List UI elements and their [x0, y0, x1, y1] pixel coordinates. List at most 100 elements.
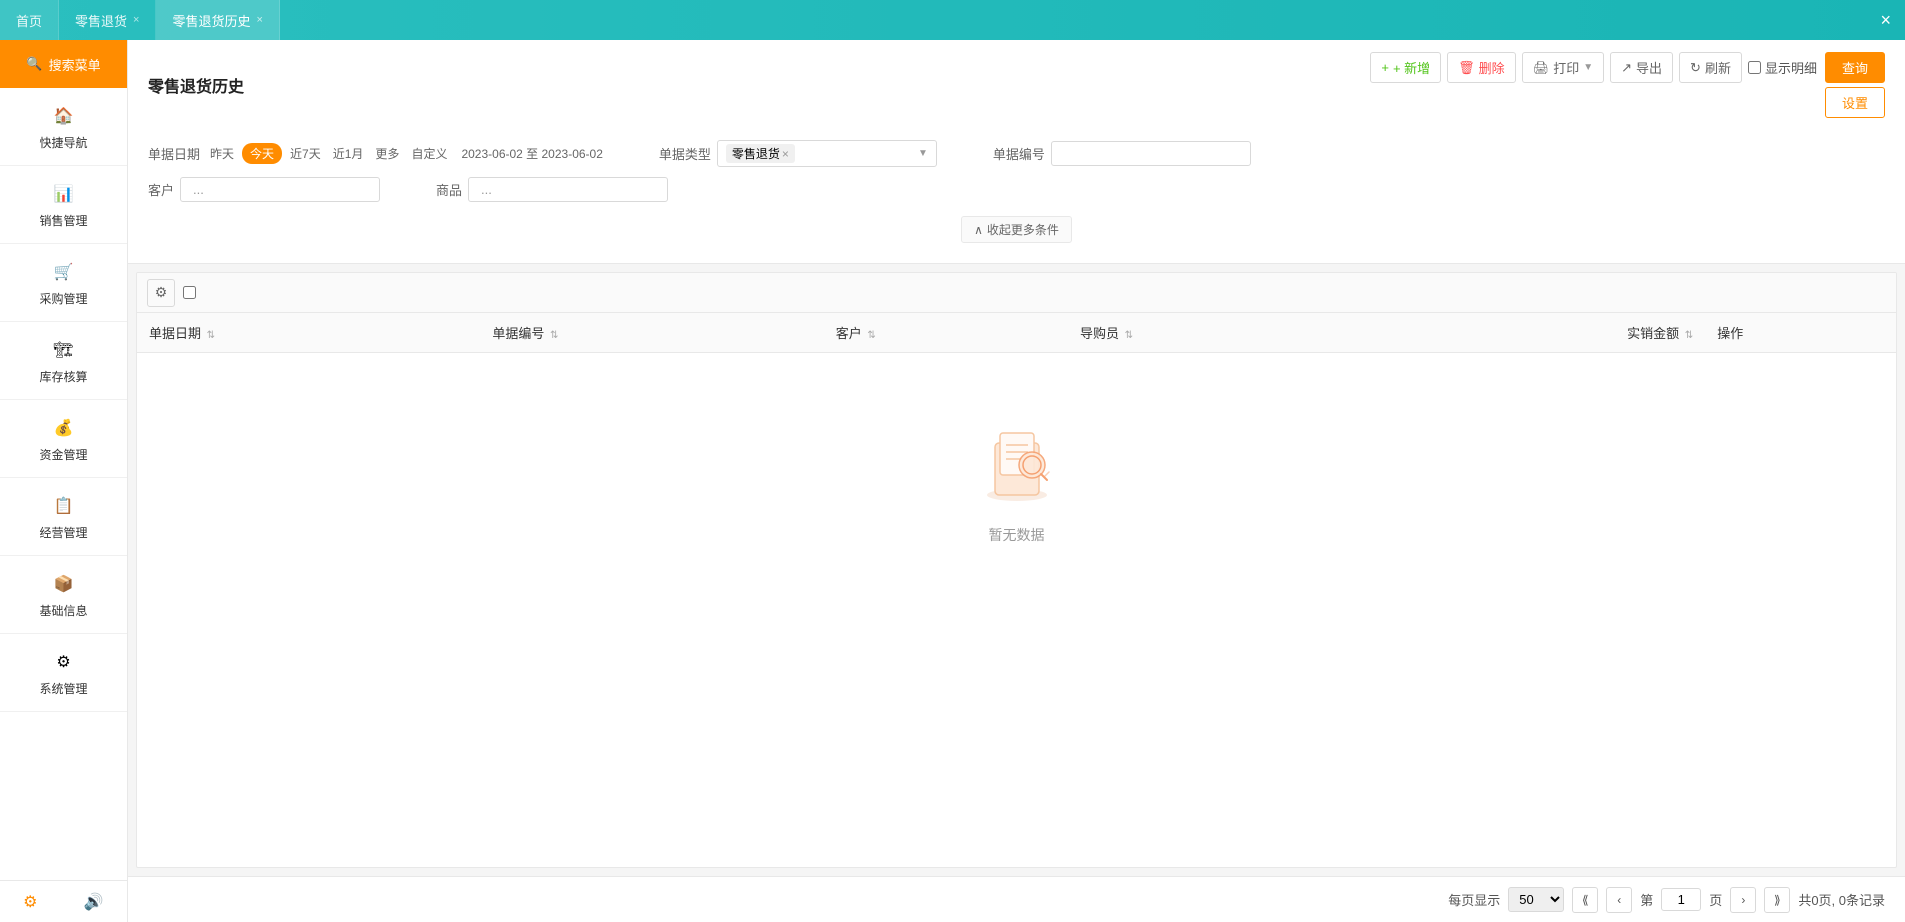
date-opt-more[interactable]: 更多 — [371, 143, 403, 164]
print-icon: 🖨 — [1533, 60, 1550, 76]
setting-button[interactable]: 设置 — [1825, 87, 1885, 118]
search-icon: 🔍 — [26, 56, 42, 72]
sidebar-item-system[interactable]: ⚙ 系统管理 — [0, 634, 127, 712]
first-page-button[interactable]: ⟪ — [1572, 887, 1598, 913]
col-no-sort[interactable]: ⇅ — [550, 330, 558, 341]
table-section: ⚙ 单据日期 ⇅ 单据编号 ⇅ — [136, 272, 1897, 868]
date-range-display: 2023-06-02 至 2023-06-02 — [461, 145, 602, 162]
sales-icon: 📊 — [50, 180, 78, 208]
main-layout: 🔍 搜索菜单 🏠 快捷导航 📊 销售管理 🛒 采购管理 🏗 库存核算 💰 — [0, 40, 1905, 922]
page-header: 零售退货历史 + + 新增 🗑 删除 🖨 打印 — [128, 40, 1905, 264]
sidebar-item-sales[interactable]: 📊 销售管理 — [0, 166, 127, 244]
management-icon: 📋 — [50, 492, 78, 520]
prev-page-button[interactable]: ‹ — [1606, 887, 1632, 913]
delete-label: 删除 — [1479, 58, 1505, 77]
sidebar-item-shortcut[interactable]: 🏠 快捷导航 — [0, 88, 127, 166]
print-dropdown-icon: ▼ — [1583, 62, 1593, 73]
sidebar-item-purchase[interactable]: 🛒 采购管理 — [0, 244, 127, 322]
sidebar-item-inventory[interactable]: 🏗 库存核算 — [0, 322, 127, 400]
date-opt-today[interactable]: 今天 — [242, 143, 282, 164]
voucher-type-label: 单据类型 — [659, 144, 711, 163]
page-title-row: 零售退货历史 + + 新增 🗑 删除 🖨 打印 — [148, 52, 1885, 118]
audio-bottom-icon[interactable]: 🔊 — [84, 892, 104, 912]
window-close-icon[interactable]: × — [1866, 0, 1905, 40]
query-button[interactable]: 查询 — [1825, 52, 1885, 83]
tab-bar: 首页 零售退货 × 零售退货历史 × — [0, 0, 1866, 40]
export-button[interactable]: ↗ 导出 — [1610, 52, 1673, 83]
select-all-checkbox[interactable] — [183, 286, 196, 299]
col-date-sort[interactable]: ⇅ — [207, 330, 215, 341]
pagination-bar: 每页显示 20 50 100 ⟪ ‹ 第 页 › ⟫ 共0页, 0条记录 — [128, 876, 1905, 922]
show-detail-label: 显示明细 — [1765, 58, 1817, 77]
col-amount-label: 实销金额 — [1627, 326, 1679, 341]
new-icon: + — [1381, 60, 1389, 75]
settings-bottom-icon[interactable]: ⚙ — [23, 892, 37, 912]
sidebar-item-basic-info-label: 基础信息 — [39, 602, 87, 619]
delete-icon: 🗑 — [1458, 60, 1475, 76]
new-label: + 新增 — [1393, 58, 1430, 77]
collapse-button[interactable]: ∧ 收起更多条件 — [961, 216, 1072, 243]
print-button[interactable]: 🖨 打印 ▼ — [1522, 52, 1604, 83]
page-title: 零售退货历史 — [148, 73, 244, 97]
delete-button[interactable]: 🗑 删除 — [1447, 52, 1516, 83]
voucher-type-select[interactable]: 零售退货 × ▼ — [717, 140, 937, 167]
new-button[interactable]: + + 新增 — [1370, 52, 1441, 83]
show-detail-checkbox-label[interactable]: 显示明细 — [1748, 58, 1817, 77]
data-table: 单据日期 ⇅ 单据编号 ⇅ 客户 ⇅ — [137, 313, 1896, 353]
voucher-type-chevron: ▼ — [918, 148, 928, 159]
sidebar-item-basic-info[interactable]: 📦 基础信息 — [0, 556, 127, 634]
table-toolbar: ⚙ — [137, 273, 1896, 313]
basic-info-icon: 📦 — [50, 570, 78, 598]
customer-select[interactable]: ... — [180, 177, 380, 202]
date-opt-yesterday[interactable]: 昨天 — [206, 143, 238, 164]
col-guide-label: 导购员 — [1080, 326, 1119, 341]
table-header-row: 单据日期 ⇅ 单据编号 ⇅ 客户 ⇅ — [137, 313, 1896, 353]
voucher-type-value: 零售退货 — [732, 145, 780, 162]
export-label: 导出 — [1636, 58, 1662, 77]
refresh-button[interactable]: ↻ 刷新 — [1679, 52, 1742, 83]
sidebar-item-management[interactable]: 📋 经营管理 — [0, 478, 127, 556]
tab-home-label: 首页 — [16, 11, 42, 30]
goods-select[interactable]: ... — [468, 177, 668, 202]
col-date: 单据日期 ⇅ — [137, 313, 480, 353]
show-detail-checkbox[interactable] — [1748, 61, 1761, 74]
sidebar-item-finance-label: 资金管理 — [39, 446, 87, 463]
empty-text: 暂无数据 — [989, 525, 1045, 545]
page-size-select[interactable]: 20 50 100 — [1508, 887, 1564, 912]
col-no: 单据编号 ⇅ — [480, 313, 823, 353]
date-opt-custom[interactable]: 自定义 — [407, 143, 451, 164]
sidebar-item-finance[interactable]: 💰 资金管理 — [0, 400, 127, 478]
table-settings-icon[interactable]: ⚙ — [147, 279, 175, 307]
page-label: 页 — [1709, 890, 1722, 909]
filter-row-2: 客户 ... 商品 ... — [148, 177, 1885, 202]
query-setting-btns: 查询 设置 — [1825, 52, 1885, 118]
print-label: 打印 — [1553, 58, 1579, 77]
voucher-no-input[interactable] — [1051, 141, 1251, 166]
sidebar-search[interactable]: 🔍 搜索菜单 — [0, 40, 127, 88]
tab-retail-return-label: 零售退货 — [75, 11, 127, 30]
date-filter: 单据日期 昨天 今天 近7天 近1月 更多 自定义 2023-06-02 至 2… — [148, 143, 603, 164]
tab-retail-return-history-label: 零售退货历史 — [172, 11, 250, 30]
voucher-no-label: 单据编号 — [993, 144, 1045, 163]
collapse-label: 收起更多条件 — [987, 221, 1059, 238]
tab-retail-return-close[interactable]: × — [133, 14, 139, 26]
date-opt-1month[interactable]: 近1月 — [329, 143, 368, 164]
sidebar-item-purchase-label: 采购管理 — [39, 290, 87, 307]
col-guide-sort[interactable]: ⇅ — [1125, 330, 1133, 341]
tab-retail-return-history[interactable]: 零售退货历史 × — [156, 0, 279, 40]
voucher-type-tag-close[interactable]: × — [782, 147, 789, 161]
tab-retail-return-history-close[interactable]: × — [256, 14, 262, 26]
tab-retail-return[interactable]: 零售退货 × — [59, 0, 156, 40]
empty-state-icon — [967, 413, 1067, 513]
sidebar-item-management-label: 经营管理 — [39, 524, 87, 541]
page-number-input[interactable] — [1661, 888, 1701, 911]
customer-filter: 客户 ... — [148, 177, 380, 202]
date-filter-label: 单据日期 — [148, 144, 200, 163]
col-amount-sort[interactable]: ⇅ — [1685, 330, 1693, 341]
col-customer-sort[interactable]: ⇅ — [867, 330, 875, 341]
goods-filter-label: 商品 — [436, 180, 462, 199]
last-page-button[interactable]: ⟫ — [1764, 887, 1790, 913]
next-page-button[interactable]: › — [1730, 887, 1756, 913]
tab-home[interactable]: 首页 — [0, 0, 59, 40]
date-opt-7days[interactable]: 近7天 — [286, 143, 325, 164]
